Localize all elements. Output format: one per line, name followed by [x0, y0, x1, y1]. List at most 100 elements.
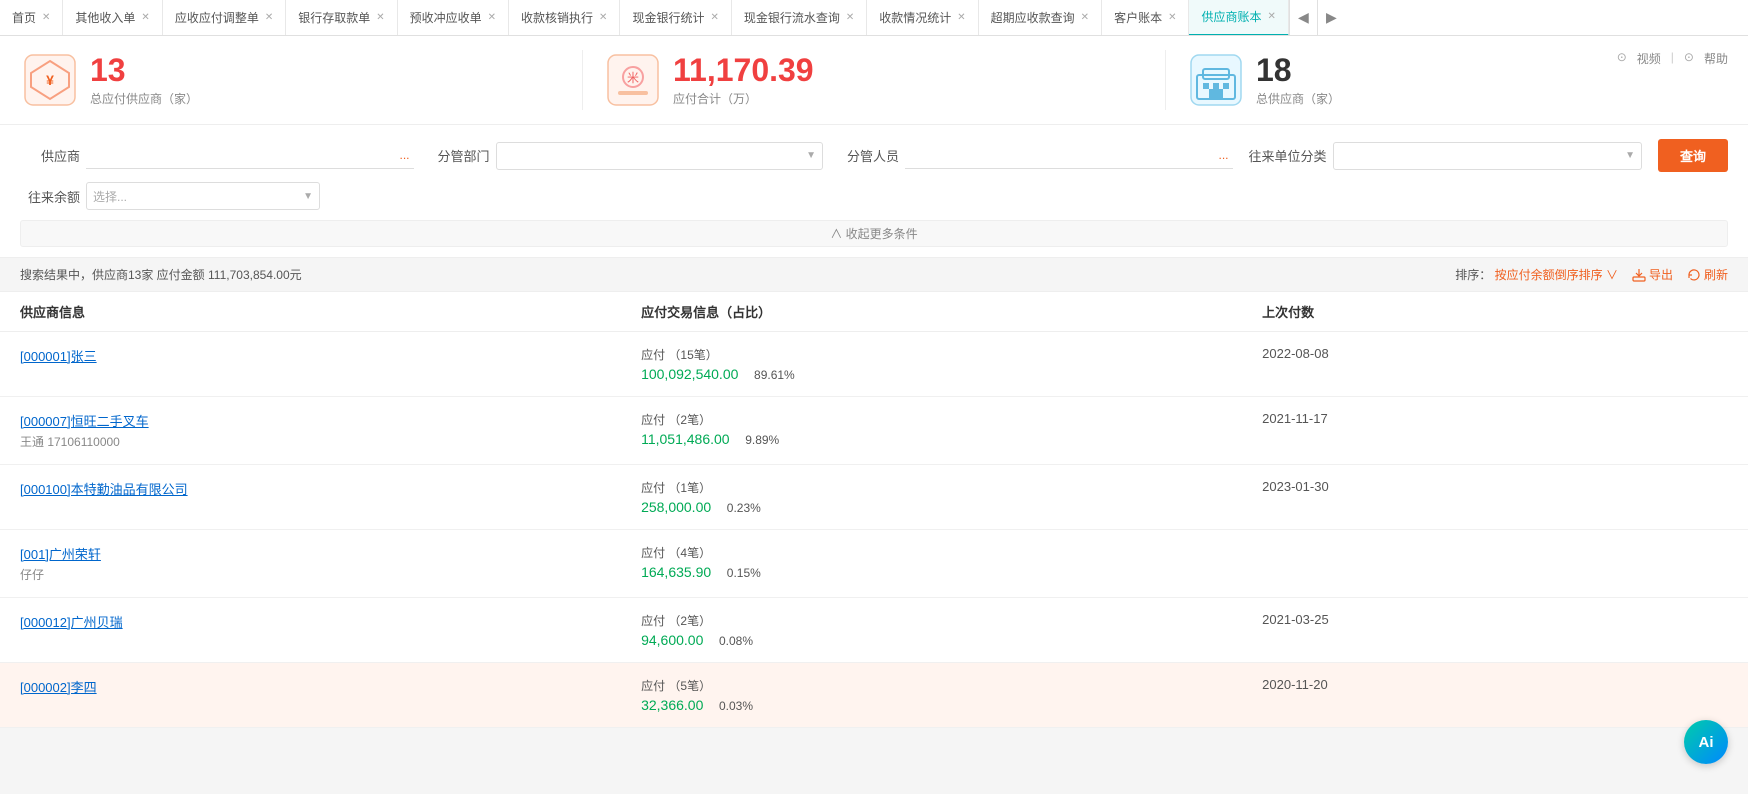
divider-1: [582, 50, 583, 110]
amount-link-5[interactable]: 32,366.00: [641, 697, 703, 713]
supplier-info-1: [000007]恒旺二手叉车 王通 17106110000: [20, 411, 641, 450]
table-row: [001]广州荣轩 仔仔 应付 （4笔） 164,635.90 0.15%: [0, 530, 1748, 598]
sort-value[interactable]: 按应付余额倒序排序: [1495, 268, 1603, 282]
amount-link-3[interactable]: 164,635.90: [641, 564, 711, 580]
close-icon[interactable]: ✕: [1081, 12, 1089, 23]
payable-icon: ¥: [20, 50, 80, 110]
payable-total-amount: 11,170.39: [673, 54, 814, 86]
col-header-payable: 应付交易信息（占比）: [641, 302, 1262, 321]
balance-select[interactable]: 选择... ▼: [86, 182, 320, 210]
nav-tab-prepay-ar[interactable]: 预收冲应收单 ✕: [398, 0, 509, 36]
supplier-info-2: [000100]本特勤油品有限公司: [20, 479, 641, 498]
chevron-down-icon-3: ▼: [303, 191, 313, 202]
close-icon[interactable]: ✕: [846, 12, 854, 23]
last-date-5: 2020-11-20: [1262, 677, 1728, 692]
top-right-links: ⊙ 视频 | ⊙ 帮助: [1617, 50, 1728, 67]
amount-link-0[interactable]: 100,092,540.00: [641, 366, 738, 382]
supplier-input[interactable]: [90, 144, 399, 166]
amount-link-4[interactable]: 94,600.00: [641, 632, 703, 648]
supplier-link-1[interactable]: [000007]恒旺二手叉车: [20, 414, 149, 429]
close-icon[interactable]: ✕: [42, 12, 50, 23]
close-icon[interactable]: ✕: [957, 12, 965, 23]
collapse-conditions-button[interactable]: ∧ 收起更多条件: [20, 220, 1728, 247]
refresh-button[interactable]: 刷新: [1687, 266, 1728, 283]
filter-category: 往来单位分类 ▼: [1249, 142, 1643, 170]
nav-tab-overdue-ar[interactable]: 超期应收款查询 ✕: [979, 0, 1102, 36]
nav-tab-home[interactable]: 首页 ✕: [0, 0, 63, 36]
supplier-info-3: [001]广州荣轩 仔仔: [20, 544, 641, 583]
close-icon[interactable]: ✕: [710, 12, 718, 23]
payable-total-label: 应付合计（万）: [673, 90, 814, 107]
close-icon[interactable]: ✕: [1267, 11, 1275, 22]
query-button[interactable]: 查询: [1658, 139, 1728, 172]
payable-info-2: 应付 （1笔） 258,000.00 0.23%: [641, 479, 1262, 515]
summary-bar: ¥ 13 总应付供应商（家） 米 11,170.39 应付合计（万）: [0, 36, 1748, 125]
person-dots-icon: ...: [1218, 148, 1228, 162]
col-header-supplier: 供应商信息: [20, 302, 641, 321]
supplier-filter-label: 供应商: [20, 146, 80, 165]
amount-link-1[interactable]: 11,051,486.00: [641, 431, 730, 447]
svg-text:¥: ¥: [46, 72, 54, 88]
close-icon[interactable]: ✕: [265, 12, 273, 23]
payable-info-0: 应付 （15笔） 100,092,540.00 89.61%: [641, 346, 1262, 382]
table-header: 供应商信息 应付交易信息（占比） 上次付数: [0, 292, 1748, 332]
help-link[interactable]: 帮助: [1704, 50, 1728, 67]
ai-label: Ai: [1699, 734, 1714, 751]
nav-tab-ar-ap-adjust[interactable]: 应收应付调整单 ✕: [163, 0, 286, 36]
nav-arrow-right[interactable]: ▶: [1317, 0, 1345, 36]
nav-tab-cash-bank-flow[interactable]: 现金银行流水查询 ✕: [732, 0, 867, 36]
table-row: [000007]恒旺二手叉车 王通 17106110000 应付 （2笔） 11…: [0, 397, 1748, 465]
svg-text:米: 米: [627, 71, 639, 85]
nav-tab-customer-ledger[interactable]: 客户账本 ✕: [1102, 0, 1189, 36]
nav-arrow-left[interactable]: ◀: [1289, 0, 1317, 36]
data-table: 供应商信息 应付交易信息（占比） 上次付数 [000001]张三 应付 （15笔…: [0, 292, 1748, 728]
close-icon[interactable]: ✕: [141, 12, 149, 23]
filter-row-1: 供应商 ... 分管部门 ▼ 分管人员 ... 往来单位分类: [20, 139, 1728, 172]
result-bar: 搜索结果中，供应商13家 应付金额 111,703,854.00元 排序： 按应…: [0, 258, 1748, 292]
payable-suppliers-count: 13: [90, 54, 198, 86]
filter-person: 分管人员 ...: [839, 142, 1233, 169]
filter-row-2: 往来余额 选择... ▼: [20, 182, 320, 210]
payable-info-3: 应付 （4笔） 164,635.90 0.15%: [641, 544, 1262, 580]
supplier-link-4[interactable]: [000012]广州贝瑞: [20, 615, 123, 630]
video-link[interactable]: 视频: [1637, 50, 1661, 67]
sort-label: 排序：: [1455, 268, 1491, 282]
ai-assistant-button[interactable]: Ai: [1684, 720, 1728, 764]
payable-info-1: 应付 （2笔） 11,051,486.00 9.89%: [641, 411, 1262, 447]
filter-dept: 分管部门 ▼: [430, 142, 824, 170]
table-row: [000002]李四 应付 （5笔） 32,366.00 0.03% 2020-…: [0, 663, 1748, 728]
supplier-link-0[interactable]: [000001]张三: [20, 349, 97, 364]
amount-link-2[interactable]: 258,000.00: [641, 499, 711, 515]
col-header-lastpay: 上次付数: [1262, 302, 1728, 321]
payable-info-4: 应付 （2笔） 94,600.00 0.08%: [641, 612, 1262, 648]
supplier-dots-icon: ...: [399, 148, 409, 162]
nav-tab-bank-deposit[interactable]: 银行存取款单 ✕: [286, 0, 397, 36]
nav-tab-collection-stat[interactable]: 收款情况统计 ✕: [867, 0, 978, 36]
nav-tab-supplier-ledger[interactable]: 供应商账本 ✕: [1189, 0, 1288, 36]
circle-icon: ⊙: [1617, 50, 1627, 67]
close-icon[interactable]: ✕: [599, 12, 607, 23]
nav-tab-collection-verify[interactable]: 收款核销执行 ✕: [509, 0, 620, 36]
last-date-0: 2022-08-08: [1262, 346, 1728, 361]
supplier-link-2[interactable]: [000100]本特勤油品有限公司: [20, 482, 188, 497]
divider-2: [1165, 50, 1166, 110]
table-row: [000001]张三 应付 （15笔） 100,092,540.00 89.61…: [0, 332, 1748, 397]
supplier-link-5[interactable]: [000002]李四: [20, 680, 97, 695]
person-filter-label: 分管人员: [839, 146, 899, 165]
export-button[interactable]: 导出: [1632, 266, 1673, 283]
supplier-link-3[interactable]: [001]广州荣轩: [20, 547, 101, 562]
close-icon[interactable]: ✕: [1168, 12, 1176, 23]
close-icon[interactable]: ✕: [488, 12, 496, 23]
person-input[interactable]: [909, 144, 1218, 166]
payable-info-5: 应付 （5笔） 32,366.00 0.03%: [641, 677, 1262, 713]
category-select[interactable]: ▼: [1333, 142, 1642, 170]
total-suppliers-icon: [1186, 50, 1246, 110]
last-date-4: 2021-03-25: [1262, 612, 1728, 627]
dept-filter-label: 分管部门: [430, 146, 490, 165]
close-icon[interactable]: ✕: [376, 12, 384, 23]
nav-tab-other-income[interactable]: 其他收入单 ✕: [63, 0, 162, 36]
dept-select[interactable]: ▼: [496, 142, 824, 170]
chevron-down-icon-2: ▼: [1625, 150, 1635, 161]
supplier-info-5: [000002]李四: [20, 677, 641, 696]
nav-tab-cash-bank-stat[interactable]: 现金银行统计 ✕: [620, 0, 731, 36]
